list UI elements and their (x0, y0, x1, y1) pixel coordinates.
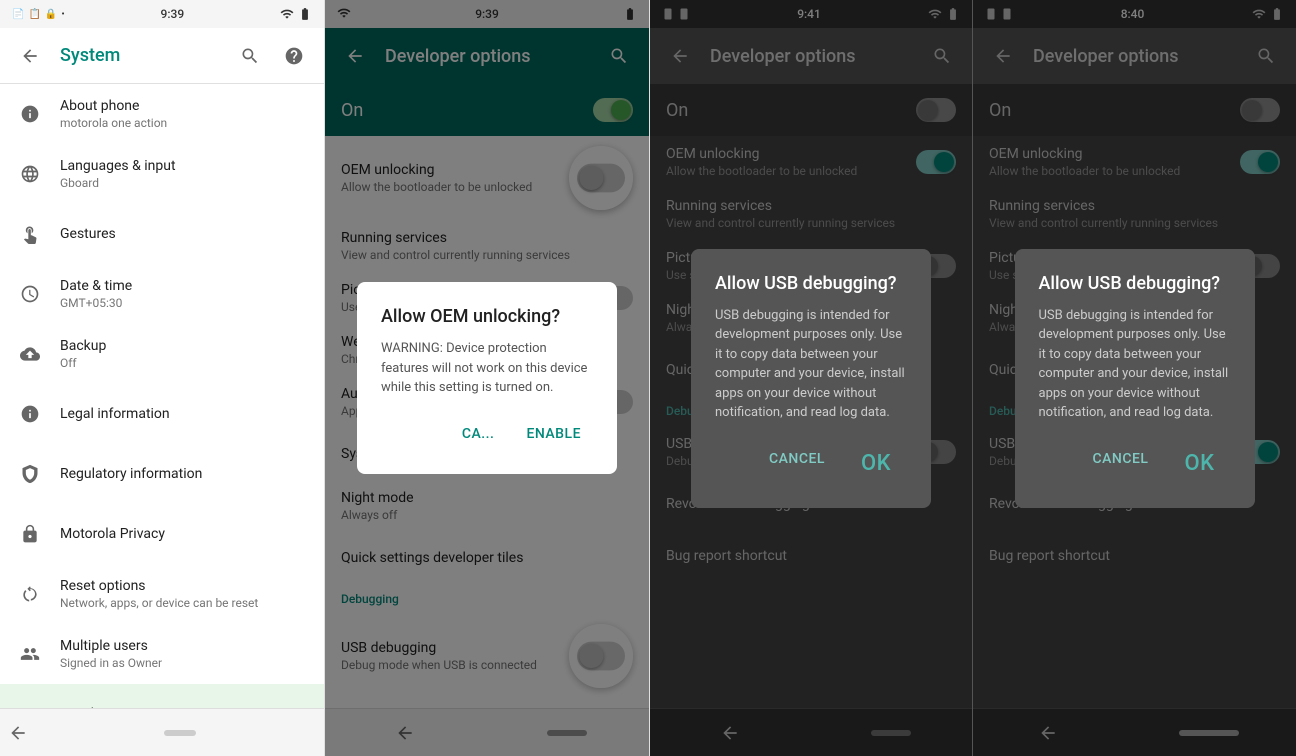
oem-dialog-actions: Ca... Enable (381, 418, 593, 450)
back-nav-left[interactable] (0, 715, 36, 751)
gestures-text: Gestures (60, 226, 308, 242)
about-icon (16, 100, 44, 128)
back-button-left[interactable] (16, 42, 44, 70)
oem-enable-button[interactable]: Enable (514, 418, 593, 450)
status-icons-left: 📄 📋 🔒 • (12, 9, 65, 20)
sidebar-item-reset[interactable]: Reset options Network, apps, or device c… (0, 564, 324, 624)
settings-list: About phone motorola one action Language… (0, 84, 324, 708)
sidebar-item-date-time[interactable]: Date & time GMT+05:30 (0, 264, 324, 324)
legal-icon (16, 400, 44, 428)
sidebar-item-backup[interactable]: Backup Off (0, 324, 324, 384)
developer-options-panel-right1: 9:41 Developer options On OEM unlocking … (650, 0, 973, 756)
languages-title: Languages & input (60, 158, 308, 174)
reset-title: Reset options (60, 578, 308, 594)
date-time-text: Date & time GMT+05:30 (60, 278, 308, 310)
users-icon (16, 640, 44, 668)
right-status-left (280, 7, 312, 21)
sidebar-item-legal[interactable]: Legal information (0, 384, 324, 444)
home-nav-left[interactable] (164, 730, 196, 736)
dot-icon: • (61, 9, 64, 20)
file-icon: 📄 (12, 9, 24, 20)
about-phone-subtitle: motorola one action (60, 116, 308, 130)
usb-cancel-button-r1[interactable]: Cancel (757, 443, 837, 484)
system-title: System (60, 45, 220, 66)
sidebar-item-languages[interactable]: Languages & input Gboard (0, 144, 324, 204)
usb-dialog-title-r1: Allow USB debugging? (715, 273, 907, 294)
usb-dialog-overlay-r1: Allow USB debugging? USB debugging is in… (650, 0, 972, 756)
multiple-users-title: Multiple users (60, 638, 308, 654)
moto-privacy-text: Motorola Privacy (60, 526, 308, 542)
sidebar-item-about-phone[interactable]: About phone motorola one action (0, 84, 324, 144)
multiple-users-subtitle: Signed in as Owner (60, 656, 308, 670)
backup-subtitle: Off (60, 356, 308, 370)
regulatory-text: Regulatory information (60, 466, 308, 482)
lock-icon: 🔒 (45, 9, 57, 20)
about-phone-text: About phone motorola one action (60, 98, 308, 130)
oem-dialog-overlay: Allow OEM unlocking? WARNING: Device pro… (325, 0, 649, 756)
reset-subtitle: Network, apps, or device can be reset (60, 596, 308, 610)
usb-dialog-r1: Allow USB debugging? USB debugging is in… (691, 249, 931, 508)
legal-title: Legal information (60, 406, 308, 422)
date-time-title: Date & time (60, 278, 308, 294)
usb-dialog-body-r1: USB debugging is intended for developmen… (715, 306, 907, 423)
multiple-users-text: Multiple users Signed in as Owner (60, 638, 308, 670)
backup-icon (16, 340, 44, 368)
usb-ok-button-r2[interactable]: OK (1168, 443, 1230, 484)
time-left: 9:39 (161, 7, 185, 21)
search-button-left[interactable] (236, 42, 264, 70)
developer-options-panel-mid: 9:39 Developer options On OEM unlocking … (325, 0, 650, 756)
usb-dialog-actions-r2: Cancel OK (1039, 443, 1231, 484)
developer-options-panel-right2: 8:40 Developer options On OEM unlocking … (973, 0, 1296, 756)
usb-dialog-body-r2: USB debugging is intended for developmen… (1039, 306, 1231, 423)
regulatory-title: Regulatory information (60, 466, 308, 482)
sidebar-item-developer[interactable]: Developer options (0, 684, 324, 708)
usb-cancel-button-r2[interactable]: Cancel (1080, 443, 1160, 484)
usb-dialog-overlay-r2: Allow USB debugging? USB debugging is in… (973, 0, 1296, 756)
language-icon (16, 160, 44, 188)
app-bar-left: System (0, 28, 324, 84)
sidebar-item-moto-privacy[interactable]: Motorola Privacy (0, 504, 324, 564)
sidebar-item-multiple-users[interactable]: Multiple users Signed in as Owner (0, 624, 324, 684)
backup-text: Backup Off (60, 338, 308, 370)
bottom-nav-left (0, 708, 324, 756)
oem-cancel-button[interactable]: Ca... (450, 418, 507, 450)
backup-title: Backup (60, 338, 308, 354)
about-phone-title: About phone (60, 98, 308, 114)
languages-subtitle: Gboard (60, 176, 308, 190)
file2-icon: 📋 (28, 9, 40, 20)
gestures-icon (16, 220, 44, 248)
usb-dialog-title-r2: Allow USB debugging? (1039, 273, 1231, 294)
regulatory-icon (16, 460, 44, 488)
reset-icon (16, 580, 44, 608)
oem-dialog: Allow OEM unlocking? WARNING: Device pro… (357, 282, 617, 474)
developer-icon (16, 700, 44, 708)
clock-icon (16, 280, 44, 308)
oem-dialog-title: Allow OEM unlocking? (381, 306, 593, 327)
usb-ok-button-r1[interactable]: OK (845, 443, 907, 484)
usb-dialog-r2: Allow USB debugging? USB debugging is in… (1015, 249, 1255, 508)
moto-privacy-title: Motorola Privacy (60, 526, 308, 542)
sidebar-item-regulatory[interactable]: Regulatory information (0, 444, 324, 504)
gestures-title: Gestures (60, 226, 308, 242)
system-settings-panel: 📄 📋 🔒 • 9:39 System About ph (0, 0, 325, 756)
reset-text: Reset options Network, apps, or device c… (60, 578, 308, 610)
status-bar-left: 📄 📋 🔒 • 9:39 (0, 0, 324, 28)
privacy-icon (16, 520, 44, 548)
sidebar-item-gestures[interactable]: Gestures (0, 204, 324, 264)
help-button-left[interactable] (280, 42, 308, 70)
oem-dialog-body: WARNING: Device protection features will… (381, 339, 593, 398)
date-time-subtitle: GMT+05:30 (60, 296, 308, 310)
languages-text: Languages & input Gboard (60, 158, 308, 190)
usb-dialog-actions-r1: Cancel OK (715, 443, 907, 484)
legal-text: Legal information (60, 406, 308, 422)
